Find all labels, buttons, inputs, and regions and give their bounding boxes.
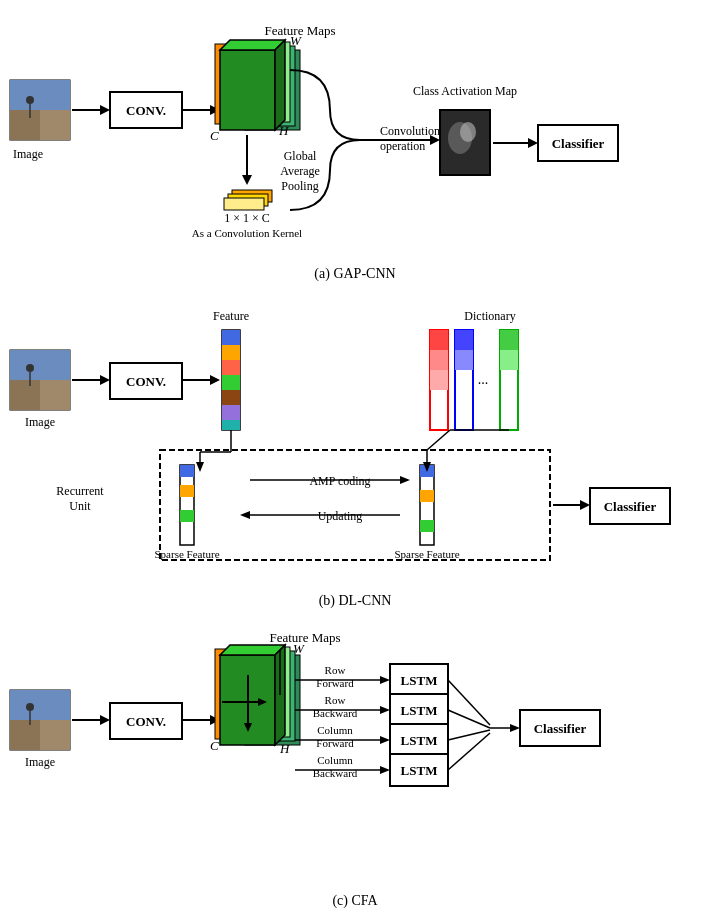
svg-rect-75 <box>420 520 434 532</box>
col-backward-label2: Backward <box>313 767 358 779</box>
conv-op-label2: operation <box>380 139 425 153</box>
svg-rect-74 <box>420 490 434 502</box>
svg-point-29 <box>460 122 476 142</box>
svg-rect-17 <box>220 50 275 130</box>
gap-label3: Pooling <box>281 179 318 193</box>
row-forward-label: Row <box>325 664 346 676</box>
caption-c: (c) CFA <box>332 893 378 909</box>
svg-rect-54 <box>430 330 448 350</box>
svg-rect-89 <box>10 720 40 750</box>
caption-a: (a) GAP-CNN <box>314 266 395 282</box>
svg-rect-67 <box>180 510 194 522</box>
kernel-label: As a Convolution Kernel <box>192 227 302 239</box>
svg-rect-56 <box>430 370 448 390</box>
caption-b: (b) DL-CNN <box>319 593 392 609</box>
svg-rect-50 <box>222 390 240 405</box>
svg-point-38 <box>26 364 34 372</box>
classifier-label-b: Classifier <box>604 499 657 514</box>
kernel-size-label: 1 × 1 × C <box>224 211 270 225</box>
sparse-feature-right-label: Sparse Feature <box>394 548 459 560</box>
sparse-feature-left-label: Sparse Feature <box>154 548 219 560</box>
amp-coding-label: AMP coding <box>309 474 370 488</box>
svg-rect-90 <box>40 720 70 750</box>
section-a: Image CONV. W <box>0 0 710 290</box>
svg-rect-37 <box>40 380 70 410</box>
svg-rect-65 <box>180 465 194 477</box>
lstm4-label: LSTM <box>401 763 438 778</box>
gap-label2: Average <box>280 164 320 178</box>
c-label-c: C <box>210 738 219 753</box>
gap-label: Global <box>284 149 317 163</box>
svg-rect-48 <box>222 360 240 375</box>
svg-rect-51 <box>222 405 240 420</box>
svg-rect-36 <box>10 380 40 410</box>
image-label-c: Image <box>25 755 55 769</box>
svg-rect-66 <box>180 485 194 497</box>
image-label-b: Image <box>25 415 55 429</box>
svg-marker-104 <box>220 645 285 655</box>
svg-rect-58 <box>455 330 473 350</box>
conv-label-c: CONV. <box>126 714 166 729</box>
lstm2-label: LSTM <box>401 703 438 718</box>
svg-rect-4 <box>40 110 70 140</box>
conv-label-b: CONV. <box>126 374 166 389</box>
svg-rect-35 <box>10 350 70 380</box>
row-forward-label2: Forward <box>316 677 354 689</box>
svg-marker-19 <box>275 40 285 130</box>
section-c: Image CONV. W H <box>0 620 710 920</box>
svg-rect-55 <box>430 350 448 370</box>
svg-point-91 <box>26 703 34 711</box>
col-forward-label2: Forward <box>316 737 354 749</box>
updating-label: Updating <box>318 509 363 523</box>
lstm3-label: LSTM <box>401 733 438 748</box>
svg-rect-24 <box>224 198 264 210</box>
image-label-a: Image <box>13 147 43 161</box>
col-forward-label: Column <box>317 724 353 736</box>
h-label-c: H <box>279 741 290 756</box>
recurrent-unit-label: Recurrent <box>56 484 104 498</box>
recurrent-unit-label2: Unit <box>69 499 91 513</box>
dots-b: ... <box>478 372 489 387</box>
classifier-label-c: Classifier <box>534 721 587 736</box>
c-label-a: C <box>210 128 219 143</box>
feature-maps-label-a: Feature Maps <box>264 23 335 38</box>
svg-rect-33 <box>0 290 710 620</box>
feature-maps-label-c: Feature Maps <box>269 630 340 645</box>
svg-point-5 <box>26 96 34 104</box>
feature-label-b: Feature <box>213 309 249 323</box>
svg-rect-47 <box>222 345 240 360</box>
row-backward-label2: Backward <box>313 707 358 719</box>
svg-rect-62 <box>500 350 518 370</box>
svg-rect-88 <box>10 690 70 720</box>
conv-label-a: CONV. <box>126 103 166 118</box>
svg-rect-46 <box>222 330 240 345</box>
h-label-a: H <box>278 123 289 138</box>
lstm1-label: LSTM <box>401 673 438 688</box>
section-b: Image CONV. Feature Dictionary ... <box>0 290 710 620</box>
col-backward-label: Column <box>317 754 353 766</box>
svg-marker-18 <box>220 40 285 50</box>
row-backward-label: Row <box>325 694 346 706</box>
svg-rect-59 <box>455 350 473 370</box>
cam-label: Class Activation Map <box>413 84 517 98</box>
dictionary-label-b: Dictionary <box>464 309 515 323</box>
classifier-label-a: Classifier <box>552 136 605 151</box>
svg-rect-3 <box>10 110 40 140</box>
svg-rect-52 <box>222 420 240 430</box>
svg-rect-49 <box>222 375 240 390</box>
svg-rect-61 <box>500 330 518 350</box>
svg-rect-2 <box>10 80 70 110</box>
